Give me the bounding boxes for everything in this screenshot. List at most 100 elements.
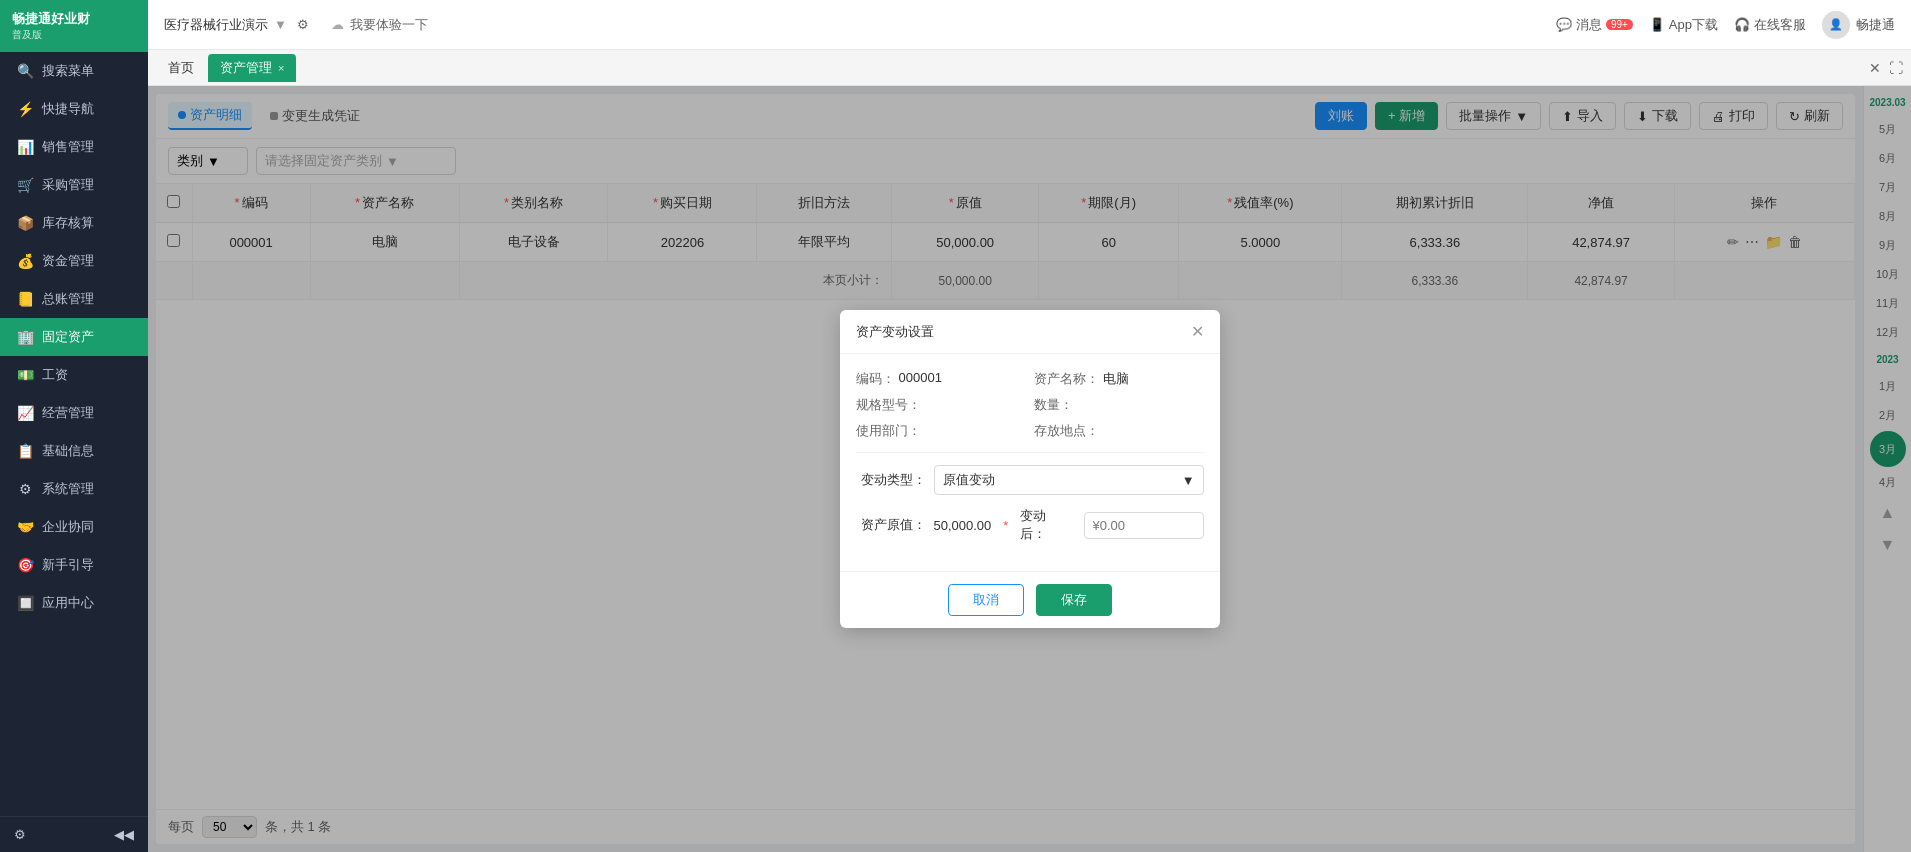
- window-close-btn[interactable]: ✕: [1869, 60, 1881, 76]
- company-dropdown-icon[interactable]: ▼: [274, 17, 287, 32]
- dialog-info-grid: 编码： 000001 资产名称： 电脑 规格型号： 数量：: [856, 370, 1204, 453]
- sidebar-label-search: 搜索菜单: [42, 62, 94, 80]
- info-location: 存放地点：: [1034, 422, 1204, 440]
- sidebar-item-finance[interactable]: 💰 资金管理: [0, 242, 148, 280]
- basic-info-icon: 📋: [16, 443, 34, 459]
- purchase-icon: 🛒: [16, 177, 34, 193]
- sidebar-label-finance: 资金管理: [42, 252, 94, 270]
- settings-icon[interactable]: ⚙: [14, 827, 26, 842]
- content-area: 资产明细 变更生成凭证 刘账 + 新增 批量操作 ▼: [148, 86, 1911, 852]
- app-edition: 普及版: [12, 28, 90, 42]
- after-value-input[interactable]: [1084, 512, 1204, 539]
- sidebar-item-payroll[interactable]: 💵 工资: [0, 356, 148, 394]
- save-button[interactable]: 保存: [1036, 584, 1112, 616]
- inventory-icon: 📦: [16, 215, 34, 231]
- app-download-btn[interactable]: 📱 App下载: [1649, 16, 1718, 34]
- dialog-title: 资产变动设置: [856, 323, 934, 341]
- dialog-body: 编码： 000001 资产名称： 电脑 规格型号： 数量：: [840, 354, 1220, 571]
- app-center-icon: 🔲: [16, 595, 34, 611]
- dept-label: 使用部门：: [856, 422, 921, 440]
- sidebar-label-collab: 企业协同: [42, 518, 94, 536]
- sales-icon: 📊: [16, 139, 34, 155]
- sidebar-label-basic-info: 基础信息: [42, 442, 94, 460]
- sidebar-label-inventory: 库存核算: [42, 214, 94, 232]
- message-btn[interactable]: 💬 消息 99+: [1556, 16, 1633, 34]
- cloud-icon: ☁: [331, 17, 344, 32]
- name-label: 资产名称：: [1034, 370, 1099, 388]
- sidebar-item-collab[interactable]: 🤝 企业协同: [0, 508, 148, 546]
- experience-btn[interactable]: 我要体验一下: [350, 16, 428, 34]
- change-type-row: 变动类型： 原值变动 ▼: [856, 465, 1204, 495]
- headset-icon: 🎧: [1734, 17, 1750, 32]
- sidebar: 畅捷通好业财 普及版 🔍 搜索菜单 ⚡ 快捷导航 📊 销售管理 🛒 采购管理 📦…: [0, 0, 148, 852]
- collapse-icon[interactable]: ◀◀: [114, 827, 134, 842]
- sidebar-item-app-center[interactable]: 🔲 应用中心: [0, 584, 148, 622]
- change-type-label: 变动类型：: [856, 471, 926, 489]
- username: 畅捷通: [1856, 16, 1895, 34]
- tab-home[interactable]: 首页: [156, 54, 206, 82]
- finance-icon: 💰: [16, 253, 34, 269]
- tab-close-icon[interactable]: ×: [278, 62, 284, 74]
- tab-asset-management[interactable]: 资产管理 ×: [208, 54, 296, 82]
- info-dept: 使用部门：: [856, 422, 1026, 440]
- sidebar-label-system: 系统管理: [42, 480, 94, 498]
- sidebar-label-sales: 销售管理: [42, 138, 94, 156]
- window-maximize-btn[interactable]: ⛶: [1889, 60, 1903, 76]
- sidebar-item-fixed-assets[interactable]: 🏢 固定资产: [0, 318, 148, 356]
- sidebar-scroll: 🔍 搜索菜单 ⚡ 快捷导航 📊 销售管理 🛒 采购管理 📦 库存核算 💰 资金管…: [0, 52, 148, 816]
- topbar-left: 医疗器械行业演示 ▼ ⚙ ☁ 我要体验一下: [164, 16, 1544, 34]
- sidebar-item-operations[interactable]: 📈 经营管理: [0, 394, 148, 432]
- online-service-label: 在线客服: [1754, 16, 1806, 34]
- sidebar-item-quicknav[interactable]: ⚡ 快捷导航: [0, 90, 148, 128]
- sidebar-label-operations: 经营管理: [42, 404, 94, 422]
- sidebar-footer: ⚙ ◀◀: [0, 816, 148, 852]
- original-value-row: 资产原值： 50,000.00 * 变动后：: [856, 507, 1204, 543]
- sidebar-label-quicknav: 快捷导航: [42, 100, 94, 118]
- operations-icon: 📈: [16, 405, 34, 421]
- window-btns: ✕ ⛶: [1869, 60, 1903, 76]
- info-code: 编码： 000001: [856, 370, 1026, 388]
- sidebar-item-system[interactable]: ⚙ 系统管理: [0, 470, 148, 508]
- cancel-button[interactable]: 取消: [948, 584, 1024, 616]
- company-name: 医疗器械行业演示: [164, 16, 268, 34]
- guide-icon: 🎯: [16, 557, 34, 573]
- topbar: 医疗器械行业演示 ▼ ⚙ ☁ 我要体验一下 💬 消息 99+ 📱 App下载 🎧…: [148, 0, 1911, 50]
- model-label: 规格型号：: [856, 396, 921, 414]
- message-badge: 99+: [1606, 19, 1633, 30]
- code-label: 编码：: [856, 370, 895, 388]
- sidebar-item-inventory[interactable]: 📦 库存核算: [0, 204, 148, 242]
- sidebar-item-search[interactable]: 🔍 搜索菜单: [0, 52, 148, 90]
- info-name: 资产名称： 电脑: [1034, 370, 1204, 388]
- sidebar-header: 畅捷通好业财 普及版: [0, 0, 148, 52]
- online-service-btn[interactable]: 🎧 在线客服: [1734, 16, 1806, 34]
- asset-change-dialog: 资产变动设置 ✕ 编码： 000001 资产名称： 电脑: [840, 310, 1220, 628]
- phone-icon: 📱: [1649, 17, 1665, 32]
- settings-gear-icon[interactable]: ⚙: [297, 17, 309, 32]
- dialog-overlay: 资产变动设置 ✕ 编码： 000001 资产名称： 电脑: [148, 86, 1911, 852]
- sidebar-item-sales[interactable]: 📊 销售管理: [0, 128, 148, 166]
- sidebar-item-purchase[interactable]: 🛒 采购管理: [0, 166, 148, 204]
- app-download-label: App下载: [1669, 16, 1718, 34]
- tab-asset-label: 资产管理: [220, 59, 272, 77]
- message-label: 消息: [1576, 16, 1602, 34]
- ledger-icon: 📒: [16, 291, 34, 307]
- sidebar-item-basic-info[interactable]: 📋 基础信息: [0, 432, 148, 470]
- sidebar-label-ledger: 总账管理: [42, 290, 94, 308]
- dialog-footer: 取消 保存: [840, 571, 1220, 628]
- tab-home-label: 首页: [168, 59, 194, 77]
- sidebar-item-guide[interactable]: 🎯 新手引导: [0, 546, 148, 584]
- user-info[interactable]: 👤 畅捷通: [1822, 11, 1895, 39]
- sidebar-label-fixed-assets: 固定资产: [42, 328, 94, 346]
- sidebar-item-ledger[interactable]: 📒 总账管理: [0, 280, 148, 318]
- avatar: 👤: [1822, 11, 1850, 39]
- info-model: 规格型号：: [856, 396, 1026, 414]
- original-value-label: 资产原值：: [856, 516, 926, 534]
- dialog-close-btn[interactable]: ✕: [1191, 322, 1204, 341]
- payroll-icon: 💵: [16, 367, 34, 383]
- sidebar-label-guide: 新手引导: [42, 556, 94, 574]
- change-type-select[interactable]: 原值变动 ▼: [934, 465, 1204, 495]
- after-label: 变动后：: [1020, 507, 1071, 543]
- quicknav-icon: ⚡: [16, 101, 34, 117]
- change-type-value: 原值变动: [943, 471, 995, 489]
- info-quantity: 数量：: [1034, 396, 1204, 414]
